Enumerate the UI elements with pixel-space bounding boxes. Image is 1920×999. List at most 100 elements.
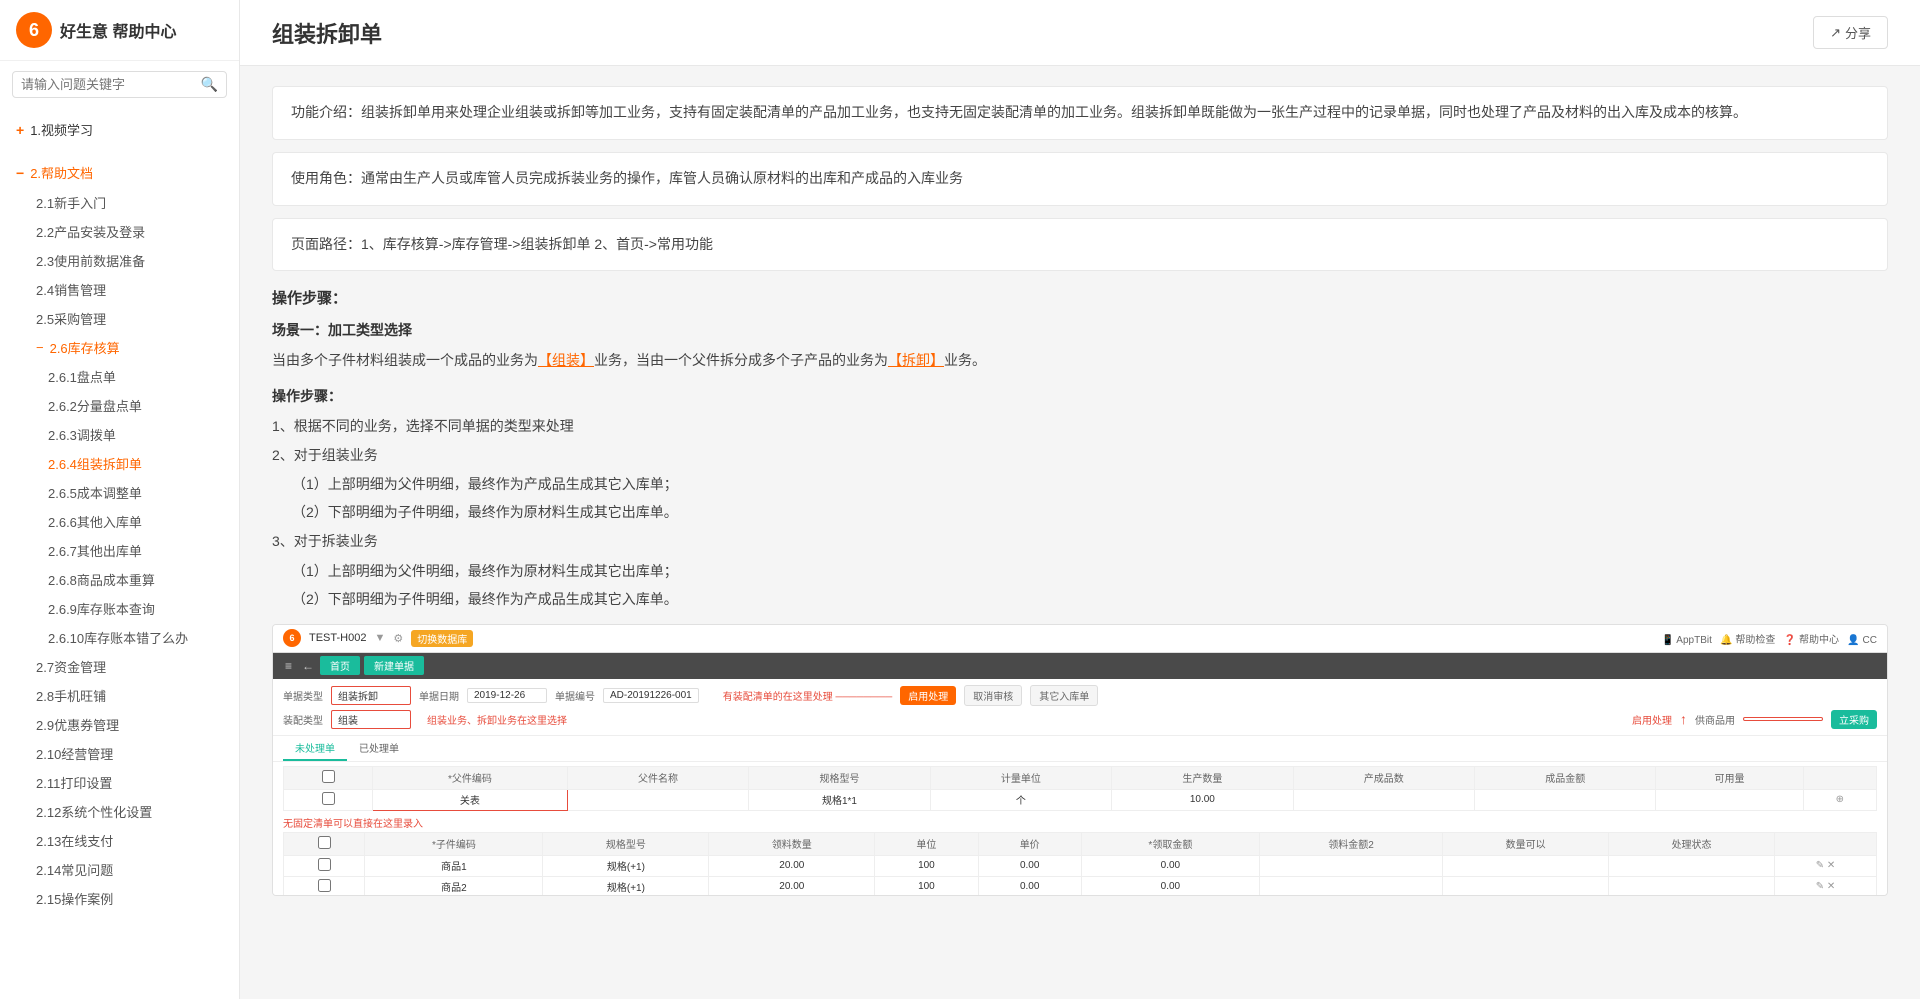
row-delete-icon[interactable]: ✕ xyxy=(1827,860,1835,871)
app-nav: ≡ ← 首页 新建单据 xyxy=(273,653,1887,679)
lower-row2-spec: 规格(+1) xyxy=(543,876,709,895)
app-other-btn[interactable]: 其它入库单 xyxy=(1030,685,1098,706)
row-copy-icon[interactable]: ⊕ xyxy=(1836,794,1844,805)
sidebar-item-2-11[interactable]: 2.11打印设置 xyxy=(28,768,223,797)
lower-table-area: 无固定清单可以直接在这里录入 *子件编码 规格型号 领料数量 单位 单价 xyxy=(273,813,1887,895)
lower-row1-price: 0.00 xyxy=(978,855,1081,876)
role-text: 使用角色：通常由生产人员或库管人员完成拆装业务的操作，库管人员确认原材料的出库和… xyxy=(291,170,963,186)
lower-row2-actions: ✎ ✕ xyxy=(1775,876,1877,895)
share-label: 分享 xyxy=(1845,23,1871,42)
sidebar-item-help-docs[interactable]: − 2.帮助文档 xyxy=(16,157,223,188)
lower-row1-amt1: 0.00 xyxy=(1081,855,1259,876)
sidebar-item-2-4[interactable]: 2.4销售管理 xyxy=(28,275,223,304)
app-confirm-btn[interactable]: 立采购 xyxy=(1831,710,1877,729)
sidebar-item-2-6-3[interactable]: 2.6.3调拨单 xyxy=(40,420,223,449)
form-assembly-label: 装配类型 xyxy=(283,712,323,727)
sidebar-item-2-15[interactable]: 2.15操作案例 xyxy=(28,884,223,913)
select-all-checkbox[interactable] xyxy=(322,770,335,783)
app-process-btn[interactable]: 启用处理 xyxy=(900,686,956,705)
role-block: 使用角色：通常由生产人员或库管人员完成拆装业务的操作，库管人员确认原材料的出库和… xyxy=(272,152,1888,206)
app-form-area: 单据类型 组装拆卸 单据日期 2019-12-26 单据编号 AD-201912… xyxy=(273,679,1887,736)
lower-table-row: 商品1 规格(+1) 20.00 100 0.00 0.00 ✎ xyxy=(284,855,1877,876)
app-tabs: 未处理单 已处理单 xyxy=(273,736,1887,762)
row-delete-icon2[interactable]: ✕ xyxy=(1827,881,1835,892)
lower-col-qty: 领料数量 xyxy=(709,832,875,855)
keyword-disassembly: 【拆卸】 xyxy=(888,352,944,368)
app-cancel-btn[interactable]: 取消审核 xyxy=(964,685,1022,706)
sidebar-item-2-6-8[interactable]: 2.6.8商品成本重算 xyxy=(40,565,223,594)
sidebar-item-2-5[interactable]: 2.5采购管理 xyxy=(28,304,223,333)
sidebar-item-2-6-5[interactable]: 2.6.5成本调整单 xyxy=(40,478,223,507)
sidebar-item-2-12[interactable]: 2.12系统个性化设置 xyxy=(28,797,223,826)
form-type-value[interactable]: 组装拆卸 xyxy=(331,686,411,705)
sidebar-item-2-10[interactable]: 2.10经营管理 xyxy=(28,739,223,768)
table-row: 关表 规格1*1 个 10.00 ⊕ xyxy=(284,789,1877,810)
row-available xyxy=(1656,789,1803,810)
lower-col-spec: 规格型号 xyxy=(543,832,709,855)
app-logo-icon: 6 xyxy=(283,629,301,647)
sidebar: 6 好生意 帮助中心 🔍 + 1.视频学习 − 2.帮助文档 2.1新手入门 2… xyxy=(0,0,240,999)
form-supplier-input[interactable] xyxy=(1743,717,1823,721)
share-icon: ↗ xyxy=(1830,25,1841,41)
row-edit-icon[interactable]: ✎ xyxy=(1816,860,1824,871)
form-date-value[interactable]: 2019-12-26 xyxy=(467,688,547,703)
sidebar-item-2-7[interactable]: 2.7资金管理 xyxy=(28,652,223,681)
lower-row1-spec: 规格(+1) xyxy=(543,855,709,876)
search-box[interactable]: 🔍 xyxy=(12,71,227,98)
scenario-desc: 当由多个子件材料组装成一个成品的业务为【组装】业务，当由一个父件拆分成多个子产品… xyxy=(272,348,1888,373)
sidebar-item-video[interactable]: + 1.视频学习 xyxy=(16,114,223,145)
row-edit-icon2[interactable]: ✎ xyxy=(1816,881,1824,892)
nav-sub-items-2: 2.1新手入门 2.2产品安装及登录 2.3使用前数据准备 2.4销售管理 2.… xyxy=(16,188,223,913)
share-button[interactable]: ↗ 分享 xyxy=(1813,16,1888,49)
main-header: 组装拆卸单 ↗ 分享 xyxy=(240,0,1920,66)
nav-section-2: − 2.帮助文档 2.1新手入门 2.2产品安装及登录 2.3使用前数据准备 2… xyxy=(0,151,239,919)
sidebar-item-2-6-7[interactable]: 2.6.7其他出库单 xyxy=(40,536,223,565)
lower-row2-unit: 100 xyxy=(875,876,978,895)
row-spec: 规格1*1 xyxy=(749,789,930,810)
sidebar-item-2-1[interactable]: 2.1新手入门 xyxy=(28,188,223,217)
app-tab-lower[interactable]: 已处理单 xyxy=(347,736,411,761)
sidebar-item-2-6-9[interactable]: 2.6.9库存账本查询 xyxy=(40,594,223,623)
sidebar-item-2-8[interactable]: 2.8手机旺铺 xyxy=(28,681,223,710)
sidebar-item-2-2[interactable]: 2.2产品安装及登录 xyxy=(28,217,223,246)
intro-block: 功能介绍：组装拆卸单用来处理企业组装或拆卸等加工业务，支持有固定装配清单的产品加… xyxy=(272,86,1888,140)
lower-col-unit: 单位 xyxy=(875,832,978,855)
step-1: 1、根据不同的业务，选择不同单据的类型来处理 xyxy=(272,414,1888,439)
lower-col-amt1: *领取金额 xyxy=(1081,832,1259,855)
lower-row2-cb xyxy=(284,876,365,895)
sidebar-item-2-13[interactable]: 2.13在线支付 xyxy=(28,826,223,855)
form-assembly-value[interactable]: 组装 xyxy=(331,710,411,729)
lower-row2-status xyxy=(1609,876,1775,895)
app-tab-upper[interactable]: 未处理单 xyxy=(283,736,347,761)
app-nav-tab-new[interactable]: 新建单据 xyxy=(364,656,424,675)
form-date-label: 单据日期 xyxy=(419,688,459,703)
lower-table: *子件编码 规格型号 领料数量 单位 单价 *领取金额 领料金额2 数量可以 处… xyxy=(283,832,1877,895)
sidebar-item-2-6-4[interactable]: 2.6.4组装拆卸单 xyxy=(40,449,223,478)
path-block: 页面路径：1、库存核算->库存管理->组装拆卸单 2、首页->常用功能 xyxy=(272,218,1888,272)
app-screenshot: 6 TEST-H002 ▼ ⚙ 切换数据库 📱 AppTBit 🔔 帮助检查 ❓… xyxy=(273,625,1887,895)
sidebar-item-2-6-2[interactable]: 2.6.2分量盘点单 xyxy=(40,391,223,420)
col-unit: 计量单位 xyxy=(930,766,1111,789)
sidebar-item-2-9[interactable]: 2.9优惠券管理 xyxy=(28,710,223,739)
sidebar-item-2-6-1[interactable]: 2.6.1盘点单 xyxy=(40,362,223,391)
sidebar-item-label: 1.视频学习 xyxy=(30,120,93,139)
row-product-qty xyxy=(1293,789,1474,810)
row-select-checkbox[interactable] xyxy=(322,792,335,805)
sidebar-item-2-6-10[interactable]: 2.6.10库存账本错了么办 xyxy=(40,623,223,652)
row-produce-qty: 10.00 xyxy=(1112,789,1293,810)
sidebar-item-2-3[interactable]: 2.3使用前数据准备 xyxy=(28,246,223,275)
lower-select-all[interactable] xyxy=(318,836,331,849)
sidebar-item-2-6[interactable]: − 2.6库存核算 xyxy=(28,333,223,362)
search-icon: 🔍 xyxy=(201,76,218,93)
sidebar-item-2-14[interactable]: 2.14常见问题 xyxy=(28,855,223,884)
app-switch-btn[interactable]: 切换数据库 xyxy=(411,630,473,647)
form-no-value[interactable]: AD-20191226-001 xyxy=(603,688,699,703)
step-3: 3、对于拆装业务 xyxy=(272,529,1888,554)
app-dropdown-icon: ▼ xyxy=(374,632,385,644)
keyword-assembly: 【组装】 xyxy=(538,352,594,368)
lower-col-amt2: 领料金额2 xyxy=(1259,832,1442,855)
sidebar-item-2-6-6[interactable]: 2.6.6其他入库单 xyxy=(40,507,223,536)
app-nav-tab-home[interactable]: 首页 xyxy=(320,656,360,675)
row-checkbox xyxy=(284,789,373,810)
search-input[interactable] xyxy=(21,77,201,92)
